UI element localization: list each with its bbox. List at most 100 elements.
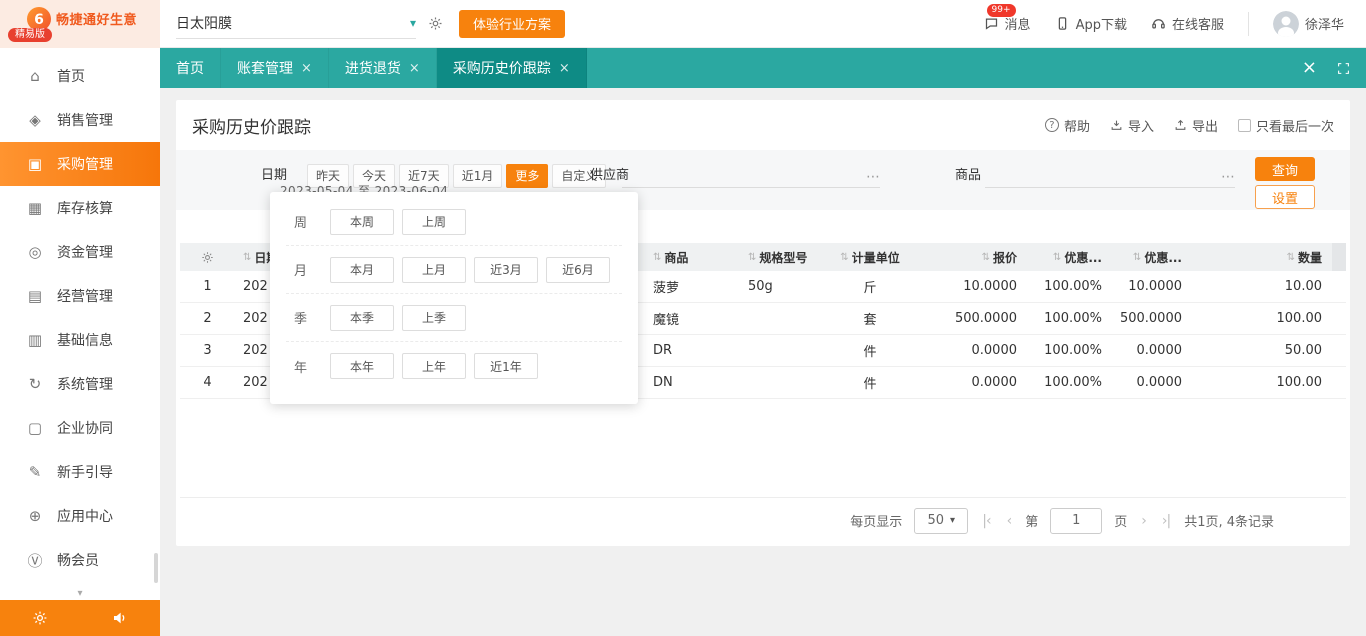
tab-label: 进货退货 — [345, 58, 401, 78]
year-row: 年 本年 上年 近1年 — [286, 342, 622, 390]
sidebar-item-app-center[interactable]: ⊕ 应用中心 — [0, 494, 160, 538]
sidebar-item-sales[interactable]: ◈ 销售管理 — [0, 98, 160, 142]
pagination-summary: 共1页, 4条记录 — [1184, 511, 1274, 530]
help-label: 帮助 — [1064, 116, 1090, 135]
prev-page-button[interactable]: ‹ — [1005, 513, 1014, 529]
next-page-button[interactable]: › — [1139, 513, 1148, 529]
last-week-button[interactable]: 上周 — [402, 209, 466, 235]
last-year-button[interactable]: 上年 — [402, 353, 466, 379]
cell-unit: 件 — [825, 341, 915, 360]
footer-announcement-icon[interactable] — [112, 610, 128, 626]
sidebar-item-system[interactable]: ↻ 系统管理 — [0, 362, 160, 406]
close-all-tabs-icon[interactable]: × — [1302, 59, 1317, 77]
sidebar-item-member[interactable]: Ⓥ 畅会员 — [0, 538, 160, 582]
sidebar-item-guide[interactable]: ✎ 新手引导 — [0, 450, 160, 494]
help-button[interactable]: ? 帮助 — [1045, 116, 1090, 135]
close-icon[interactable]: × — [301, 61, 312, 76]
settings-button[interactable]: 设置 — [1255, 185, 1315, 209]
first-page-button[interactable]: |‹ — [980, 513, 992, 529]
cell-qty: 50.00 — [1190, 343, 1332, 358]
tab-purchase-history-price[interactable]: 采购历史价跟踪 × — [437, 48, 587, 88]
svg-text:6: 6 — [34, 12, 44, 28]
app-download-button[interactable]: App下载 — [1055, 14, 1127, 33]
last-1-year-button[interactable]: 近1年 — [474, 353, 538, 379]
product-input[interactable]: ⋯ — [985, 164, 1235, 188]
sidebar-item-collaboration[interactable]: ▢ 企业协同 — [0, 406, 160, 450]
last-month-button[interactable]: 上月 — [402, 257, 466, 283]
guide-icon: ✎ — [26, 463, 44, 481]
tab-account-management[interactable]: 账套管理 × — [221, 48, 329, 88]
import-button[interactable]: 导入 — [1110, 116, 1154, 135]
account-settings-gear-icon[interactable] — [428, 16, 443, 31]
quarter-label: 季 — [294, 308, 322, 327]
cell-price: 0.0000 — [915, 343, 1025, 358]
sidebar-item-inventory[interactable]: ▦ 库存核算 — [0, 186, 160, 230]
per-page-select[interactable]: 50 ▾ — [914, 508, 968, 534]
account-name: 日太阳膜 — [176, 13, 232, 33]
export-button[interactable]: 导出 — [1174, 116, 1218, 135]
cell-price: 0.0000 — [915, 375, 1025, 390]
last-only-label: 只看最后一次 — [1256, 116, 1334, 135]
header-qty[interactable]: ⇅数量 — [1190, 249, 1332, 266]
header-spec[interactable]: ⇅规格型号 — [740, 249, 825, 266]
this-year-button[interactable]: 本年 — [330, 353, 394, 379]
last-only-toggle[interactable]: 只看最后一次 — [1238, 116, 1334, 135]
online-service-button[interactable]: 在线客服 — [1151, 14, 1224, 33]
sidebar-item-label: 首页 — [57, 66, 85, 86]
supplier-picker-icon[interactable]: ⋯ — [866, 170, 880, 184]
chevron-down-icon: ▾ — [950, 515, 955, 526]
date-range-dropdown: 周 本周 上周 月 本月 上月 近3月 近6月 季 本季 上季 年 本年 上年 … — [270, 192, 638, 404]
messages-button[interactable]: 99+ 消息 — [984, 14, 1031, 33]
this-month-button[interactable]: 本月 — [330, 257, 394, 283]
username: 徐泽华 — [1305, 14, 1344, 33]
industry-solution-button[interactable]: 体验行业方案 — [459, 10, 565, 38]
sidebar-item-operations[interactable]: ▤ 经营管理 — [0, 274, 160, 318]
header-discount-price[interactable]: ⇅优惠... — [1110, 249, 1190, 266]
last-quarter-button[interactable]: 上季 — [402, 305, 466, 331]
close-icon[interactable]: × — [559, 61, 570, 76]
sidebar-item-label: 库存核算 — [57, 198, 113, 218]
topbar-divider — [1248, 12, 1249, 36]
tab-purchase-return[interactable]: 进货退货 × — [329, 48, 437, 88]
this-week-button[interactable]: 本周 — [330, 209, 394, 235]
column-settings-button[interactable] — [180, 251, 235, 264]
header-price[interactable]: ⇅报价 — [915, 249, 1025, 266]
last-3-months-button[interactable]: 近3月 — [474, 257, 538, 283]
header-unit[interactable]: ⇅计量单位 — [825, 249, 915, 266]
filter-more-button[interactable]: 更多 — [506, 164, 548, 188]
last-6-months-button[interactable]: 近6月 — [546, 257, 610, 283]
sales-icon: ◈ — [26, 111, 44, 129]
sidebar-item-basic-info[interactable]: ▥ 基础信息 — [0, 318, 160, 362]
close-icon[interactable]: × — [409, 61, 420, 76]
fullscreen-icon[interactable] — [1337, 62, 1350, 75]
supplier-input[interactable]: ⋯ — [622, 164, 880, 188]
account-select[interactable]: 日太阳膜 ▾ — [176, 9, 416, 39]
sidebar-scrollbar[interactable] — [154, 553, 158, 583]
cell-discount-price: 0.0000 — [1110, 343, 1190, 358]
header-product[interactable]: ⇅商品 — [645, 249, 740, 266]
product-picker-icon[interactable]: ⋯ — [1221, 170, 1235, 184]
user-menu[interactable]: 徐泽华 — [1273, 11, 1344, 37]
cell-spec: 50g — [740, 279, 825, 294]
cell-seq: 2 — [180, 311, 235, 326]
last-page-button[interactable]: ›| — [1160, 513, 1172, 529]
sidebar-item-purchase[interactable]: ▣ 采购管理 — [0, 142, 160, 186]
tab-label: 账套管理 — [237, 58, 293, 78]
sidebar-item-home[interactable]: ⌂ 首页 — [0, 54, 160, 98]
system-icon: ↻ — [26, 375, 44, 393]
month-row: 月 本月 上月 近3月 近6月 — [286, 246, 622, 294]
cell-qty: 100.00 — [1190, 375, 1332, 390]
footer-gear-icon[interactable] — [32, 610, 48, 626]
tab-home[interactable]: 首页 — [160, 48, 221, 88]
week-label: 周 — [294, 212, 322, 231]
per-page-label: 每页显示 — [850, 511, 902, 530]
query-button[interactable]: 查询 — [1255, 157, 1315, 181]
header-discount-rate[interactable]: ⇅优惠... — [1025, 249, 1110, 266]
last-only-checkbox[interactable] — [1238, 119, 1251, 132]
sidebar-item-funds[interactable]: ◎ 资金管理 — [0, 230, 160, 274]
page-number-input[interactable]: 1 — [1050, 508, 1102, 534]
filter-last1month-button[interactable]: 近1月 — [453, 164, 503, 188]
this-quarter-button[interactable]: 本季 — [330, 305, 394, 331]
funds-icon: ◎ — [26, 243, 44, 261]
page-title: 采购历史价跟踪 — [192, 113, 311, 138]
